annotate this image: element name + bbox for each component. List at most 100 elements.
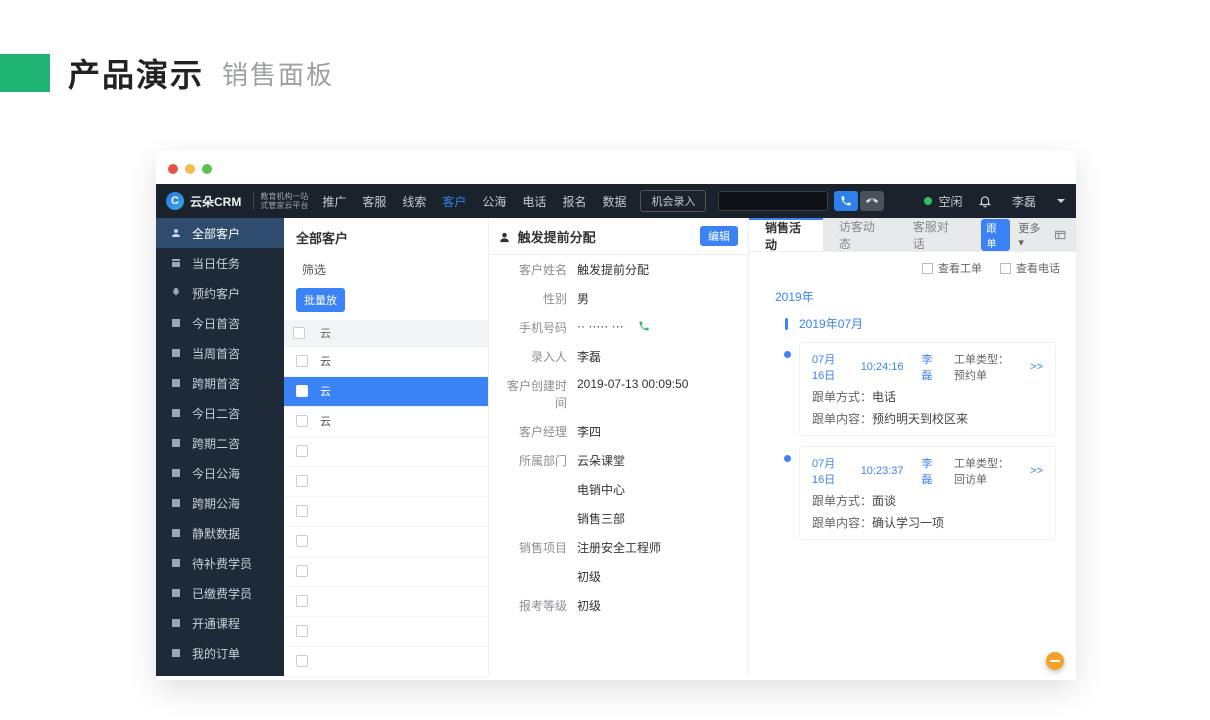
view-calls-checkbox[interactable]: 查看电话	[1000, 260, 1060, 276]
select-all-checkbox[interactable]	[293, 327, 305, 339]
row-cell	[314, 646, 488, 676]
current-user[interactable]: 李磊	[1012, 193, 1036, 210]
view-tickets-checkbox[interactable]: 查看工单	[922, 260, 982, 276]
topnav-item[interactable]: 客户	[442, 193, 466, 210]
row-cell: 云	[314, 346, 488, 376]
topnav-item[interactable]: 公海	[482, 193, 506, 210]
slide-header: 产品演示 销售面板	[0, 0, 1210, 116]
follow-button[interactable]: 跟单	[981, 219, 1011, 251]
floating-action-button[interactable]	[1046, 652, 1064, 670]
sidebar-item[interactable]: 静默数据	[156, 518, 284, 548]
opportunity-entry-button[interactable]: 机会录入	[640, 190, 706, 212]
row-cell: 云	[314, 406, 488, 436]
brand-name: 云朵CRM	[190, 193, 241, 210]
brand-logo[interactable]: C 云朵CRM 教育机构一站式管家云平台	[166, 192, 308, 210]
slide-title: 产品演示	[68, 50, 204, 96]
top-search-input[interactable]	[718, 191, 828, 211]
sidebar-item[interactable]: 跨期首咨	[156, 368, 284, 398]
activity-card[interactable]: 07月16日10:23:37李磊工单类型：回访单>>跟单方式：面谈跟单内容：确认…	[799, 446, 1056, 540]
sidebar-item-label: 静默数据	[192, 525, 240, 542]
app-window: C 云朵CRM 教育机构一站式管家云平台 推广客服线索客户公海电话报名数据 机会…	[156, 150, 1076, 680]
slide-subtitle: 销售面板	[222, 55, 334, 92]
sidebar-item[interactable]: 已缴费学员	[156, 578, 284, 608]
sidebar-item[interactable]: 全部客户	[156, 218, 284, 248]
field-value: 注册安全工程师	[577, 539, 738, 556]
row-checkbox[interactable]	[296, 415, 308, 427]
detail-field: 客户创建时间2019-07-13 00:09:50	[489, 371, 748, 417]
table-row[interactable]	[284, 586, 488, 616]
sidebar-item[interactable]: 当周首咨	[156, 338, 284, 368]
row-checkbox[interactable]	[296, 355, 308, 367]
sidebar-item-label: 预约客户	[192, 285, 240, 302]
call-button[interactable]	[834, 191, 858, 211]
table-row[interactable]: 云	[284, 406, 488, 436]
sidebar-item-icon	[170, 617, 182, 629]
sidebar-item[interactable]: 今日公海	[156, 458, 284, 488]
table-row[interactable]	[284, 526, 488, 556]
row-checkbox[interactable]	[296, 655, 308, 667]
maximize-dot[interactable]	[202, 164, 212, 174]
field-label	[499, 481, 577, 498]
sidebar-item[interactable]: 我的订单	[156, 638, 284, 668]
table-row[interactable]	[284, 646, 488, 676]
table-row[interactable]	[284, 466, 488, 496]
topnav-item[interactable]: 推广	[322, 193, 346, 210]
more-dropdown[interactable]: 更多 ▾	[1018, 220, 1045, 249]
sidebar-item[interactable]: 预约客户	[156, 278, 284, 308]
sidebar-item[interactable]: 跨期二咨	[156, 428, 284, 458]
sidebar-item-label: 开通课程	[192, 615, 240, 632]
filter-label[interactable]: 筛选	[284, 257, 488, 288]
edit-button[interactable]: 编辑	[700, 226, 738, 246]
card-time: 10:24:16	[861, 361, 904, 373]
card-more-link[interactable]: >>	[1030, 361, 1043, 373]
row-checkbox[interactable]	[296, 535, 308, 547]
sidebar-item-icon	[170, 287, 182, 299]
row-checkbox[interactable]	[296, 565, 308, 577]
field-value: ·· ····· ···	[577, 319, 738, 336]
hangup-button[interactable]	[860, 191, 884, 211]
batch-release-button[interactable]: 批量放	[296, 288, 345, 312]
field-value: 男	[577, 290, 738, 307]
row-checkbox[interactable]	[296, 475, 308, 487]
topnav-item[interactable]: 电话	[522, 193, 546, 210]
phone-icon[interactable]	[638, 320, 650, 332]
table-row[interactable]	[284, 556, 488, 586]
table-row[interactable]: 云	[284, 346, 488, 376]
table-row[interactable]	[284, 496, 488, 526]
chevron-down-icon[interactable]	[1056, 196, 1066, 206]
topnav-item[interactable]: 线索	[402, 193, 426, 210]
tab[interactable]: 访客动态	[823, 218, 897, 251]
topnav-item[interactable]: 客服	[362, 193, 386, 210]
layout-icon[interactable]	[1054, 228, 1066, 242]
row-checkbox[interactable]	[296, 505, 308, 517]
sidebar-item[interactable]: 今日二咨	[156, 398, 284, 428]
sidebar-item[interactable]: 跨期公海	[156, 488, 284, 518]
sidebar-item[interactable]: 今日首咨	[156, 308, 284, 338]
row-checkbox[interactable]	[296, 625, 308, 637]
topnav-item[interactable]: 报名	[562, 193, 586, 210]
close-dot[interactable]	[168, 164, 178, 174]
minimize-dot[interactable]	[185, 164, 195, 174]
row-checkbox[interactable]	[296, 385, 308, 397]
table-row[interactable]: 云	[284, 376, 488, 406]
detail-field: 报考等级初级	[489, 591, 748, 620]
activity-card[interactable]: 07月16日10:24:16李磊工单类型：预约单>>跟单方式：电话跟单内容：预约…	[799, 342, 1056, 436]
table-row[interactable]	[284, 616, 488, 646]
tab[interactable]: 客服对话	[897, 218, 971, 251]
status-label[interactable]: 空闲	[938, 193, 962, 210]
field-value: 2019-07-13 00:09:50	[577, 377, 738, 411]
topnav-item[interactable]: 数据	[602, 193, 626, 210]
sidebar-item[interactable]: 开通课程	[156, 608, 284, 638]
detail-field: 所属部门云朵课堂	[489, 446, 748, 475]
row-checkbox[interactable]	[296, 595, 308, 607]
bell-icon[interactable]	[978, 194, 992, 208]
tab[interactable]: 销售活动	[749, 218, 823, 251]
activity-tabs: 销售活动访客动态客服对话 跟单 更多 ▾	[749, 218, 1076, 252]
row-checkbox[interactable]	[296, 445, 308, 457]
detail-field: 电销中心	[489, 475, 748, 504]
sidebar-item[interactable]: 当日任务	[156, 248, 284, 278]
table-row[interactable]	[284, 436, 488, 466]
col-header[interactable]: 云	[314, 320, 488, 346]
sidebar-item[interactable]: 待补费学员	[156, 548, 284, 578]
card-more-link[interactable]: >>	[1030, 465, 1043, 477]
